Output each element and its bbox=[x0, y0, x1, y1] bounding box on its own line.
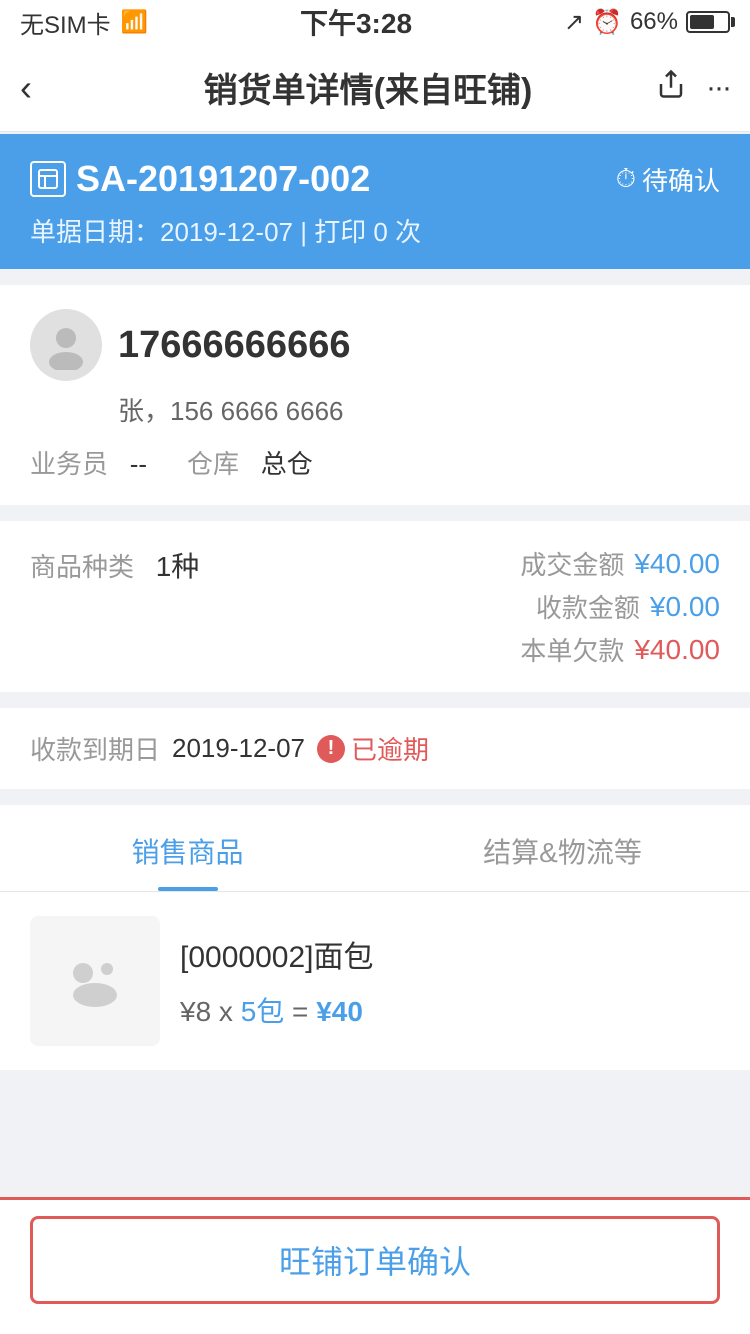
sales-label: 业务员 bbox=[30, 449, 108, 479]
page-title: 销货单详情(来自旺铺) bbox=[80, 63, 656, 112]
order-meta: 单据日期：2019-12-07 | 打印 0 次 bbox=[30, 212, 720, 249]
tabs: 销售商品 结算&物流等 bbox=[0, 805, 750, 892]
product-price: ¥8 x 5包 = ¥40 bbox=[180, 990, 720, 1030]
warehouse-value: 总仓 bbox=[261, 449, 313, 479]
sales-value: -- bbox=[130, 449, 147, 479]
customer-section: 17666666666 张，156 6666 6666 业务员 -- 仓库 总仓 bbox=[0, 285, 750, 505]
order-id: SA-20191207-002 bbox=[30, 158, 370, 200]
customer-phone: 17666666666 bbox=[118, 324, 350, 367]
carrier-text: 无SIM卡 bbox=[20, 5, 111, 40]
deal-amount-item: 成交金额 ¥40.00 bbox=[520, 545, 720, 582]
product-qty: 5包 bbox=[241, 996, 285, 1027]
tab-sales-products[interactable]: 销售商品 bbox=[0, 805, 375, 891]
status-bar: 无SIM卡 📶 下午3:28 ↗ ⏰ 66% bbox=[0, 0, 750, 44]
order-header: SA-20191207-002 ⏱ 待确认 单据日期：2019-12-07 | … bbox=[0, 134, 750, 269]
alarm-icon: ⏰ bbox=[592, 8, 622, 37]
received-amount-item: 收款金额 ¥0.00 bbox=[536, 588, 720, 625]
product-info: [0000002]面包 ¥8 x 5包 = ¥40 bbox=[180, 932, 720, 1030]
product-item: [0000002]面包 ¥8 x 5包 = ¥40 bbox=[30, 916, 720, 1046]
due-date-value: 2019-12-07 bbox=[172, 733, 305, 764]
owed-amount-value: ¥40.00 bbox=[634, 634, 720, 666]
product-type-value: 1种 bbox=[156, 551, 200, 582]
owed-amount-item: 本单欠款 ¥40.00 bbox=[520, 631, 720, 668]
due-date-label: 收款到期日 bbox=[30, 730, 160, 767]
summary-section: 商品种类 1种 成交金额 ¥40.00 收款金额 ¥0.00 本单欠款 ¥40.… bbox=[0, 521, 750, 692]
equals-text: = bbox=[284, 996, 316, 1027]
product-image bbox=[30, 916, 160, 1046]
product-type-label: 商品种类 bbox=[30, 552, 134, 582]
customer-name: 张，156 6666 6666 bbox=[30, 391, 720, 428]
confirm-order-button[interactable]: 旺铺订单确认 bbox=[30, 1216, 720, 1304]
deal-amount-label: 成交金额 bbox=[520, 545, 624, 582]
nav-actions: ··· bbox=[656, 69, 730, 107]
more-button[interactable]: ··· bbox=[706, 71, 730, 105]
summary-right: 成交金额 ¥40.00 收款金额 ¥0.00 本单欠款 ¥40.00 bbox=[520, 545, 720, 668]
product-list: [0000002]面包 ¥8 x 5包 = ¥40 bbox=[0, 892, 750, 1070]
warehouse-label: 仓库 bbox=[187, 449, 239, 479]
location-icon: ↗ bbox=[564, 8, 584, 37]
bottom-bar: 旺铺订单确认 bbox=[0, 1197, 750, 1334]
wifi-icon: 📶 bbox=[121, 9, 148, 35]
time-display: 下午3:28 bbox=[300, 2, 412, 42]
overdue-text: 已逾期 bbox=[351, 730, 429, 767]
back-button[interactable]: ‹ bbox=[20, 67, 80, 109]
status-clock-icon: ⏱ bbox=[616, 163, 636, 195]
share-button[interactable] bbox=[656, 69, 686, 107]
owed-amount-label: 本单欠款 bbox=[520, 631, 624, 668]
summary-left: 商品种类 1种 bbox=[30, 545, 199, 585]
tabs-section: 销售商品 结算&物流等 [0000002]面包 ¥8 x 5包 = ¥40 bbox=[0, 805, 750, 1070]
status-bar-left: 无SIM卡 📶 bbox=[20, 5, 148, 40]
overdue-badge: ! 已逾期 bbox=[317, 730, 429, 767]
nav-bar: ‹ 销货单详情(来自旺铺) ··· bbox=[0, 44, 750, 132]
battery-text: 66% bbox=[630, 8, 678, 36]
tab-settlement[interactable]: 结算&物流等 bbox=[375, 805, 750, 891]
received-amount-value: ¥0.00 bbox=[650, 591, 720, 623]
customer-meta: 业务员 -- 仓库 总仓 bbox=[30, 444, 720, 481]
price-text: ¥8 x bbox=[180, 996, 241, 1027]
status-bar-right: ↗ ⏰ 66% bbox=[564, 8, 730, 37]
overdue-icon: ! bbox=[317, 735, 345, 763]
product-total: ¥40 bbox=[316, 996, 363, 1027]
summary-row: 商品种类 1种 成交金额 ¥40.00 收款金额 ¥0.00 本单欠款 ¥40.… bbox=[30, 545, 720, 668]
received-amount-label: 收款金额 bbox=[536, 588, 640, 625]
order-id-icon bbox=[30, 161, 66, 197]
order-status: ⏱ 待确认 bbox=[616, 161, 720, 198]
customer-top: 17666666666 bbox=[30, 309, 720, 381]
product-name: [0000002]面包 bbox=[180, 932, 720, 976]
battery-icon bbox=[686, 11, 730, 33]
due-date-section: 收款到期日 2019-12-07 ! 已逾期 bbox=[0, 708, 750, 789]
order-header-top: SA-20191207-002 ⏱ 待确认 bbox=[30, 158, 720, 200]
customer-avatar bbox=[30, 309, 102, 381]
deal-amount-value: ¥40.00 bbox=[634, 548, 720, 580]
status-text: 待确认 bbox=[642, 161, 720, 198]
